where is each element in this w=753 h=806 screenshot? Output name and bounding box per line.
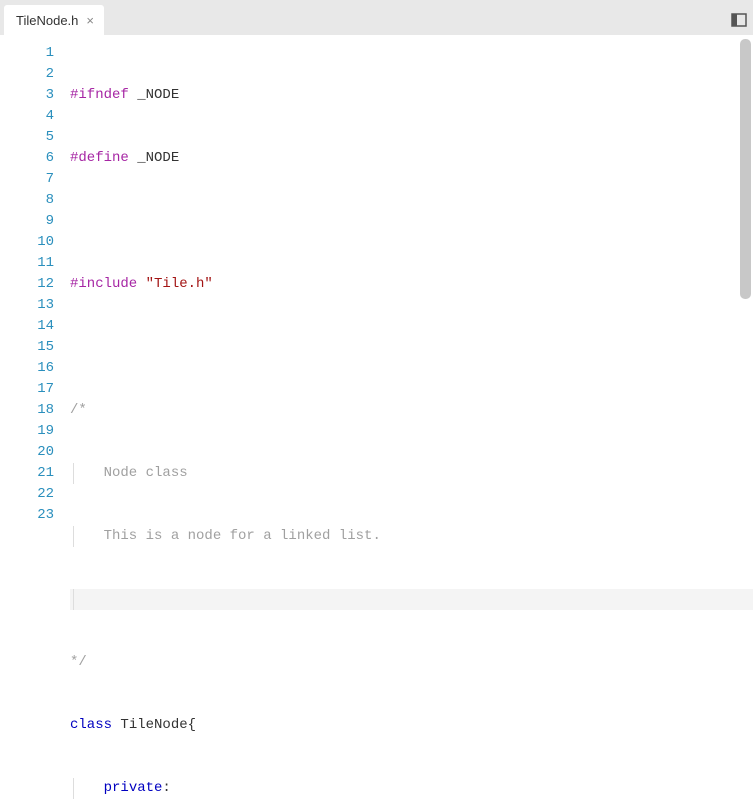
tab-label: TileNode.h: [16, 13, 78, 28]
code-editor[interactable]: 1 2 3 4 5 6 7 8 9 10 11 12 13 14 15 16 1…: [0, 35, 753, 806]
line-number: 16: [0, 358, 54, 379]
code-line: [70, 211, 753, 232]
line-number: 13: [0, 295, 54, 316]
code-line: /*: [70, 400, 753, 421]
line-number: 14: [0, 316, 54, 337]
code-line-current: [70, 589, 753, 610]
line-number: 1: [0, 43, 54, 64]
scrollbar-thumb[interactable]: [740, 39, 751, 299]
line-number: 20: [0, 442, 54, 463]
panel-icon[interactable]: [731, 12, 747, 33]
code-content[interactable]: #ifndef _NODE #define _NODE #include "Ti…: [70, 35, 753, 806]
line-number: 5: [0, 127, 54, 148]
line-number: 9: [0, 211, 54, 232]
line-number: 17: [0, 379, 54, 400]
code-line: This is a node for a linked list.: [70, 526, 753, 547]
line-number: 12: [0, 274, 54, 295]
line-number: 7: [0, 169, 54, 190]
line-number: 18: [0, 400, 54, 421]
tab-bar: TileNode.h ×: [0, 0, 753, 35]
code-line: class TileNode{: [70, 715, 753, 736]
code-line: */: [70, 652, 753, 673]
line-number: 23: [0, 505, 54, 526]
line-number: 15: [0, 337, 54, 358]
line-number: 3: [0, 85, 54, 106]
close-icon[interactable]: ×: [84, 13, 96, 28]
line-number: 4: [0, 106, 54, 127]
line-number: 19: [0, 421, 54, 442]
line-number: 11: [0, 253, 54, 274]
line-gutter: 1 2 3 4 5 6 7 8 9 10 11 12 13 14 15 16 1…: [0, 35, 70, 806]
line-number: 8: [0, 190, 54, 211]
line-number: 10: [0, 232, 54, 253]
line-number: 6: [0, 148, 54, 169]
line-number: 2: [0, 64, 54, 85]
code-line: [70, 337, 753, 358]
code-line: #define _NODE: [70, 148, 753, 169]
line-number: 22: [0, 484, 54, 505]
file-tab[interactable]: TileNode.h ×: [4, 5, 104, 35]
code-line: #include "Tile.h": [70, 274, 753, 295]
code-line: #ifndef _NODE: [70, 85, 753, 106]
line-number: 21: [0, 463, 54, 484]
code-line: Node class: [70, 463, 753, 484]
code-line: private:: [70, 778, 753, 799]
